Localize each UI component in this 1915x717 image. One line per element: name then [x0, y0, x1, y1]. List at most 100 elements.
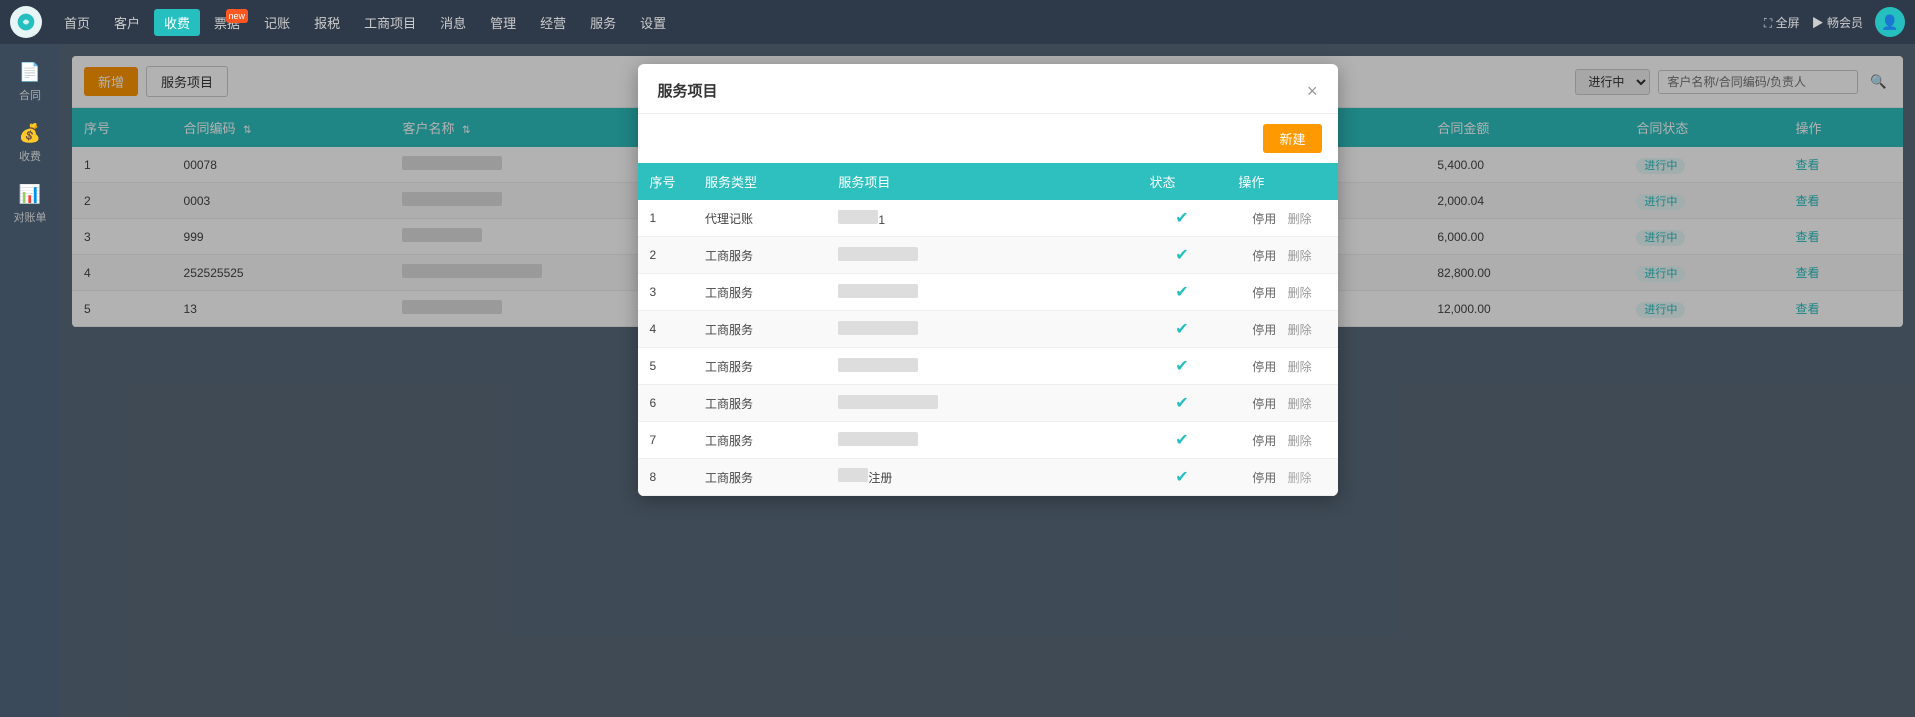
- modal-row-type: 工商服务: [693, 274, 826, 311]
- delete-button[interactable]: 删除: [1288, 323, 1312, 337]
- modal-col-status: 状态: [1137, 163, 1226, 200]
- modal-row-item: [826, 385, 1137, 422]
- service-items-modal: 服务项目 × 新建 序号 服务类型: [638, 64, 1338, 496]
- modal-row-type: 工商服务: [693, 385, 826, 422]
- modal-row-status: ✔: [1137, 385, 1226, 422]
- modal-col-action: 操作: [1226, 163, 1337, 200]
- modal-row-item: [826, 422, 1137, 459]
- modal-body: 新建 序号 服务类型 服务项目 状态 操作: [638, 114, 1338, 496]
- modal-row-action: 停用 删除: [1226, 311, 1337, 348]
- modal-row-type: 代理记账: [693, 200, 826, 237]
- sidebar-item-charge[interactable]: 💰 收费: [4, 115, 56, 172]
- sidebar-item-contract[interactable]: 📄 合同: [4, 54, 56, 111]
- modal-row-status: ✔: [1137, 459, 1226, 496]
- list-item: 1 代理记账 1 ✔ 停用 删除: [638, 200, 1338, 237]
- new-badge: new: [226, 9, 249, 23]
- modal-close-button[interactable]: ×: [1307, 82, 1318, 100]
- modal-row-seq: 4: [638, 311, 694, 348]
- nav-item-client[interactable]: 客户: [104, 9, 150, 36]
- modal-row-status: ✔: [1137, 237, 1226, 274]
- delete-button[interactable]: 删除: [1288, 471, 1312, 485]
- charge-icon: 💰: [19, 123, 41, 144]
- modal-row-seq: 6: [638, 385, 694, 422]
- nav-item-business[interactable]: 工商项目: [354, 9, 426, 36]
- nav-item-operation[interactable]: 经营: [530, 9, 576, 36]
- stop-button[interactable]: 停用: [1252, 434, 1276, 448]
- modal-row-seq: 8: [638, 459, 694, 496]
- vip-btn[interactable]: ▶ 畅会员: [1812, 14, 1863, 31]
- main-layout: 📄 合同 💰 收费 📊 对账单 新增 服务项目 进行中 已: [0, 44, 1915, 717]
- delete-button[interactable]: 删除: [1288, 249, 1312, 263]
- sidebar-item-statement[interactable]: 📊 对账单: [4, 176, 56, 233]
- sidebar-label-charge: 收费: [19, 148, 41, 164]
- modal-title: 服务项目: [658, 80, 718, 101]
- modal-table-body: 1 代理记账 1 ✔ 停用 删除: [638, 200, 1338, 496]
- modal-row-status: ✔: [1137, 348, 1226, 385]
- modal-new-button[interactable]: 新建: [1263, 124, 1321, 153]
- stop-button[interactable]: 停用: [1252, 212, 1276, 226]
- modal-row-status: ✔: [1137, 311, 1226, 348]
- delete-button[interactable]: 删除: [1288, 212, 1312, 226]
- modal-row-seq: 3: [638, 274, 694, 311]
- modal-row-action: 停用 删除: [1226, 422, 1337, 459]
- modal-col-seq: 序号: [638, 163, 694, 200]
- avatar[interactable]: 👤: [1875, 7, 1905, 37]
- nav-item-settings[interactable]: 设置: [630, 9, 676, 36]
- nav-item-service[interactable]: 服务: [580, 9, 626, 36]
- modal-row-item: [826, 274, 1137, 311]
- modal-row-type: 工商服务: [693, 422, 826, 459]
- stop-button[interactable]: 停用: [1252, 323, 1276, 337]
- nav-item-tax[interactable]: 报税: [304, 9, 350, 36]
- list-item: 6 工商服务 ✔ 停用 删除: [638, 385, 1338, 422]
- sidebar-label-statement: 对账单: [14, 209, 47, 225]
- stop-button[interactable]: 停用: [1252, 471, 1276, 485]
- modal-row-seq: 5: [638, 348, 694, 385]
- list-item: 7 工商服务 ✔ 停用 删除: [638, 422, 1338, 459]
- stop-button[interactable]: 停用: [1252, 397, 1276, 411]
- sidebar-label-contract: 合同: [19, 87, 41, 103]
- modal-row-type: 工商服务: [693, 311, 826, 348]
- delete-button[interactable]: 删除: [1288, 286, 1312, 300]
- modal-row-seq: 7: [638, 422, 694, 459]
- modal-row-item: [826, 311, 1137, 348]
- modal-row-type: 工商服务: [693, 237, 826, 274]
- modal-row-status: ✔: [1137, 274, 1226, 311]
- app-logo: [10, 6, 42, 38]
- modal-overlay: 服务项目 × 新建 序号 服务类型: [60, 44, 1915, 717]
- nav-item-manage[interactable]: 管理: [480, 9, 526, 36]
- nav-item-invoice[interactable]: 票据 new: [204, 9, 250, 36]
- nav-item-message[interactable]: 消息: [430, 9, 476, 36]
- modal-row-type: 工商服务: [693, 348, 826, 385]
- list-item: 4 工商服务 ✔ 停用 删除: [638, 311, 1338, 348]
- delete-button[interactable]: 删除: [1288, 397, 1312, 411]
- stop-button[interactable]: 停用: [1252, 286, 1276, 300]
- list-item: 8 工商服务 注册 ✔ 停用 删除: [638, 459, 1338, 496]
- modal-row-action: 停用 删除: [1226, 200, 1337, 237]
- statement-icon: 📊: [19, 184, 41, 205]
- modal-row-item: 1: [826, 200, 1137, 237]
- modal-row-status: ✔: [1137, 200, 1226, 237]
- nav-item-charge[interactable]: 收费: [154, 9, 200, 36]
- stop-button[interactable]: 停用: [1252, 249, 1276, 263]
- main-content: 新增 服务项目 进行中 已完成 暂停 🔍: [60, 44, 1915, 717]
- nav-item-bookkeeping[interactable]: 记账: [254, 9, 300, 36]
- stop-button[interactable]: 停用: [1252, 360, 1276, 374]
- modal-row-action: 停用 删除: [1226, 459, 1337, 496]
- top-nav-right: ⛶ 全屏 ▶ 畅会员 👤: [1764, 7, 1905, 37]
- modal-row-item: [826, 237, 1137, 274]
- list-item: 2 工商服务 ✔ 停用 删除: [638, 237, 1338, 274]
- nav-item-home[interactable]: 首页: [54, 9, 100, 36]
- modal-row-status: ✔: [1137, 422, 1226, 459]
- modal-row-action: 停用 删除: [1226, 274, 1337, 311]
- modal-scroll-container[interactable]: 序号 服务类型 服务项目 状态 操作 1 代理记账: [638, 163, 1338, 496]
- delete-button[interactable]: 删除: [1288, 434, 1312, 448]
- modal-header: 服务项目 ×: [638, 64, 1338, 114]
- sidebar: 📄 合同 💰 收费 📊 对账单: [0, 44, 60, 717]
- modal-row-item: 注册: [826, 459, 1137, 496]
- list-item: 5 工商服务 ✔ 停用 删除: [638, 348, 1338, 385]
- modal-row-seq: 2: [638, 237, 694, 274]
- delete-button[interactable]: 删除: [1288, 360, 1312, 374]
- contract-icon: 📄: [19, 62, 41, 83]
- fullscreen-btn[interactable]: ⛶ 全屏: [1764, 14, 1800, 31]
- modal-col-item: 服务项目: [826, 163, 1137, 200]
